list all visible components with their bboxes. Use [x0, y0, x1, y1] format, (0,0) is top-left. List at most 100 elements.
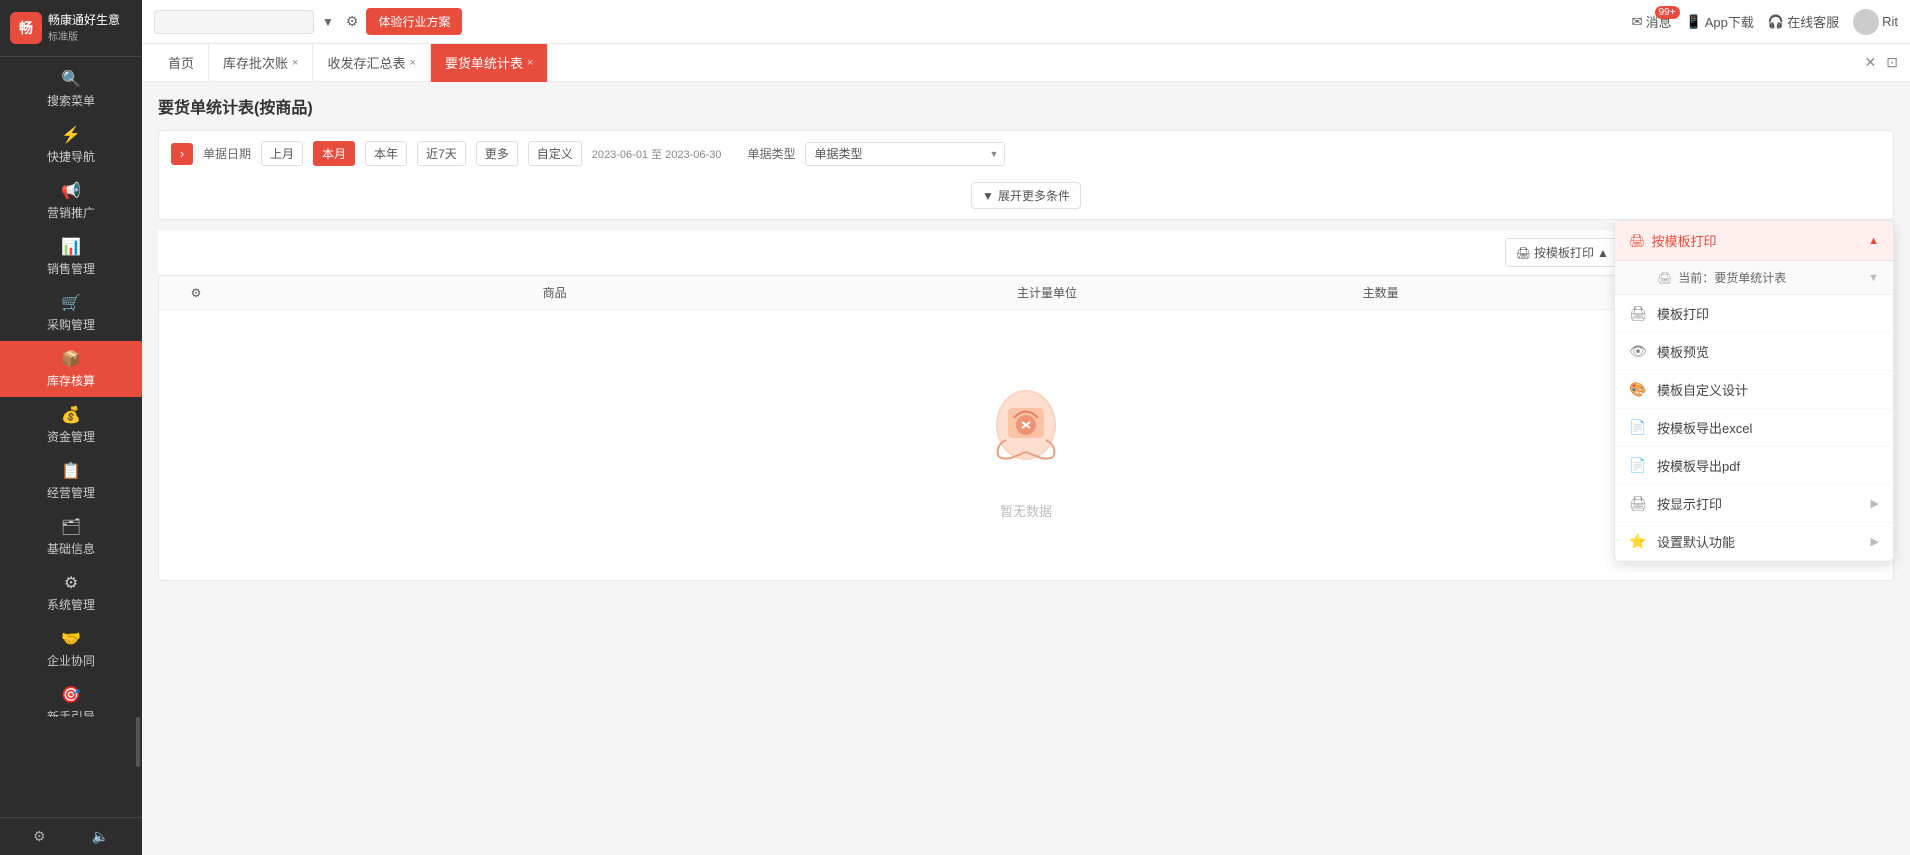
- online-service-btn[interactable]: 🎧 在线客服: [1768, 12, 1839, 31]
- date-btn-last-7[interactable]: 近7天: [417, 141, 466, 166]
- sidebar-item-search[interactable]: 🔍 搜索菜单: [0, 61, 142, 117]
- filter-bar: › 单据日期 上月 本月 本年 近7天 更多 自定义 2023-06-01 至 …: [158, 130, 1894, 220]
- filter-collapse-btn[interactable]: ›: [171, 143, 193, 165]
- sidebar-item-basic[interactable]: 🗂 基础信息: [0, 509, 142, 565]
- print-btn[interactable]: 🖨 按模板打印 ▲: [1505, 238, 1620, 267]
- app-download-icon: 📱: [1686, 14, 1702, 30]
- current-template-arrow[interactable]: ▼: [1868, 272, 1879, 284]
- export-pdf-label: 按模板导出pdf: [1657, 456, 1879, 475]
- dropdown-item-export-pdf[interactable]: 📄 按模板导出pdf: [1615, 447, 1893, 485]
- print-label: 按模板打印: [1534, 244, 1594, 261]
- sidebar-label-basic: 基础信息: [47, 540, 95, 557]
- app-name: 畅康通好生意: [48, 13, 120, 29]
- date-filter-label: 单据日期: [203, 145, 251, 162]
- tab-home[interactable]: 首页: [154, 44, 209, 82]
- tab-batch-account-close[interactable]: ×: [292, 57, 298, 69]
- sidebar-item-inventory[interactable]: 📦 库存核算: [0, 341, 142, 397]
- date-btn-last-month[interactable]: 上月: [261, 141, 303, 166]
- sidebar-label-operation: 经营管理: [47, 484, 95, 501]
- sidebar-item-sales[interactable]: 📊 销售管理: [0, 229, 142, 285]
- template-design-icon: 🎨: [1629, 381, 1647, 398]
- display-print-icon: 🖨: [1629, 495, 1647, 512]
- dropdown-item-template-print[interactable]: 🖨 模板打印: [1615, 295, 1893, 333]
- trial-btn[interactable]: 体验行业方案: [366, 8, 462, 35]
- tab-order-summary[interactable]: 要货单统计表 ×: [431, 44, 548, 82]
- dropdown-item-template-design[interactable]: 🎨 模板自定义设计: [1615, 371, 1893, 409]
- user-name: Rit: [1882, 14, 1898, 29]
- sidebar-nav: 🔍 搜索菜单 ⚡ 快捷导航 📢 营销推广 📊 销售管理 🛒 采购管理 📦 库存核…: [0, 57, 142, 717]
- dropdown-item-export-excel[interactable]: 📄 按模板导出excel: [1615, 409, 1893, 447]
- search-input[interactable]: [163, 15, 283, 29]
- sidebar-item-purchase[interactable]: 🛒 采购管理: [0, 285, 142, 341]
- print-template-icon: 🖨: [1629, 233, 1646, 249]
- app-version: 标准版: [48, 28, 120, 43]
- audio-footer-icon[interactable]: 🔈: [92, 828, 109, 845]
- topbar-gear-icon[interactable]: ⚙: [346, 13, 359, 30]
- sidebar-label-quick-nav: 快捷导航: [47, 148, 95, 165]
- current-template-icon: 🖨: [1657, 271, 1672, 285]
- tab-receipt-summary-label: 收发存汇总表: [327, 53, 405, 72]
- sidebar-icon-operation: 📋: [61, 461, 81, 481]
- sidebar-label-search: 搜索菜单: [47, 92, 95, 109]
- tab-receipt-summary[interactable]: 收发存汇总表 ×: [313, 44, 430, 82]
- sidebar-item-enterprise[interactable]: 🤝 企业协同: [0, 621, 142, 677]
- sidebar-icon-basic: 🗂: [61, 517, 81, 537]
- sidebar-icon-finance: 💰: [61, 405, 81, 425]
- tab-order-summary-close[interactable]: ×: [527, 57, 533, 69]
- headset-icon: 🎧: [1768, 14, 1784, 30]
- tab-home-label: 首页: [168, 53, 194, 72]
- settings-footer-icon[interactable]: ⚙: [33, 828, 46, 845]
- filter-row: › 单据日期 上月 本月 本年 近7天 更多 自定义 2023-06-01 至 …: [171, 141, 1881, 166]
- sidebar-icon-purchase: 🛒: [61, 293, 81, 313]
- expand-label: 展开更多条件: [998, 187, 1070, 204]
- table-settings-btn[interactable]: ⚙: [171, 286, 221, 300]
- sidebar-item-guide[interactable]: 🎯 新手引导: [0, 677, 142, 717]
- sidebar-label-marketing: 营销推广: [47, 204, 95, 221]
- template-print-label: 模板打印: [1657, 304, 1879, 323]
- main-content: ▼ ⚙ 体验行业方案 ✉ 消息 99+ 📱 App下载 🎧 在线客服 Rit: [142, 0, 1910, 855]
- dropdown-title: 🖨 按模板打印: [1629, 231, 1717, 250]
- date-btn-custom[interactable]: 自定义: [528, 141, 582, 166]
- dropdown-item-set-default[interactable]: ⭐ 设置默认功能 ▶: [1615, 523, 1893, 561]
- print-arrow-icon: ▲: [1597, 246, 1609, 260]
- page-content: 要货单统计表(按商品) › 单据日期 上月 本月 本年 近7天 更多 自定义 2…: [142, 82, 1910, 855]
- user-avatar-btn[interactable]: Rit: [1853, 9, 1898, 35]
- sidebar-label-sales: 销售管理: [47, 260, 95, 277]
- sidebar-label-finance: 资金管理: [47, 428, 95, 445]
- app-download-btn[interactable]: 📱 App下载: [1686, 12, 1754, 31]
- date-btn-this-year[interactable]: 本年: [365, 141, 407, 166]
- col-quantity: 主数量: [1214, 284, 1548, 301]
- tabs-bar: 首页 库存批次账 × 收发存汇总表 × 要货单统计表 × ✕ ⊡: [142, 44, 1910, 82]
- display-print-arrow: ▶: [1871, 497, 1879, 510]
- sidebar-icon-quick-nav: ⚡: [61, 125, 81, 145]
- window-close-btn[interactable]: ✕: [1865, 54, 1877, 71]
- sidebar-item-operation[interactable]: 📋 经营管理: [0, 453, 142, 509]
- message-icon: ✉: [1632, 14, 1643, 30]
- sidebar-item-quick-nav[interactable]: ⚡ 快捷导航: [0, 117, 142, 173]
- tab-receipt-summary-close[interactable]: ×: [409, 57, 415, 69]
- page-title: 要货单统计表(按商品): [158, 94, 1894, 118]
- export-pdf-icon: 📄: [1629, 457, 1647, 474]
- dropdown-item-template-preview[interactable]: 👁 模板预览: [1615, 333, 1893, 371]
- search-dropdown-btn[interactable]: ▼: [322, 15, 334, 29]
- app-logo: 畅 畅康通好生意 标准版: [0, 0, 142, 57]
- online-service-label: 在线客服: [1787, 12, 1839, 31]
- template-preview-label: 模板预览: [1657, 342, 1879, 361]
- order-type-select[interactable]: 单据类型: [805, 142, 1005, 166]
- date-btn-more[interactable]: 更多: [476, 141, 518, 166]
- dropdown-item-display-print[interactable]: 🖨 按显示打印 ▶: [1615, 485, 1893, 523]
- sidebar-item-system[interactable]: ⚙ 系统管理: [0, 565, 142, 621]
- tab-order-summary-label: 要货单统计表: [445, 53, 523, 72]
- expand-icon: ▼: [982, 189, 994, 203]
- dropdown-collapse-btn[interactable]: ▲: [1868, 235, 1879, 247]
- messages-btn[interactable]: ✉ 消息 99+: [1632, 12, 1672, 31]
- window-maximize-btn[interactable]: ⊡: [1886, 54, 1898, 71]
- sidebar-footer: ⚙ 🔈: [0, 817, 142, 855]
- expand-filter-btn[interactable]: ▼ 展开更多条件: [971, 182, 1081, 209]
- printer-icon: 🖨: [1516, 246, 1531, 260]
- sidebar-item-finance[interactable]: 💰 资金管理: [0, 397, 142, 453]
- search-bar[interactable]: [154, 10, 314, 34]
- sidebar-item-marketing[interactable]: 📢 营销推广: [0, 173, 142, 229]
- tab-batch-account[interactable]: 库存批次账 ×: [209, 44, 313, 82]
- date-btn-this-month[interactable]: 本月: [313, 141, 355, 166]
